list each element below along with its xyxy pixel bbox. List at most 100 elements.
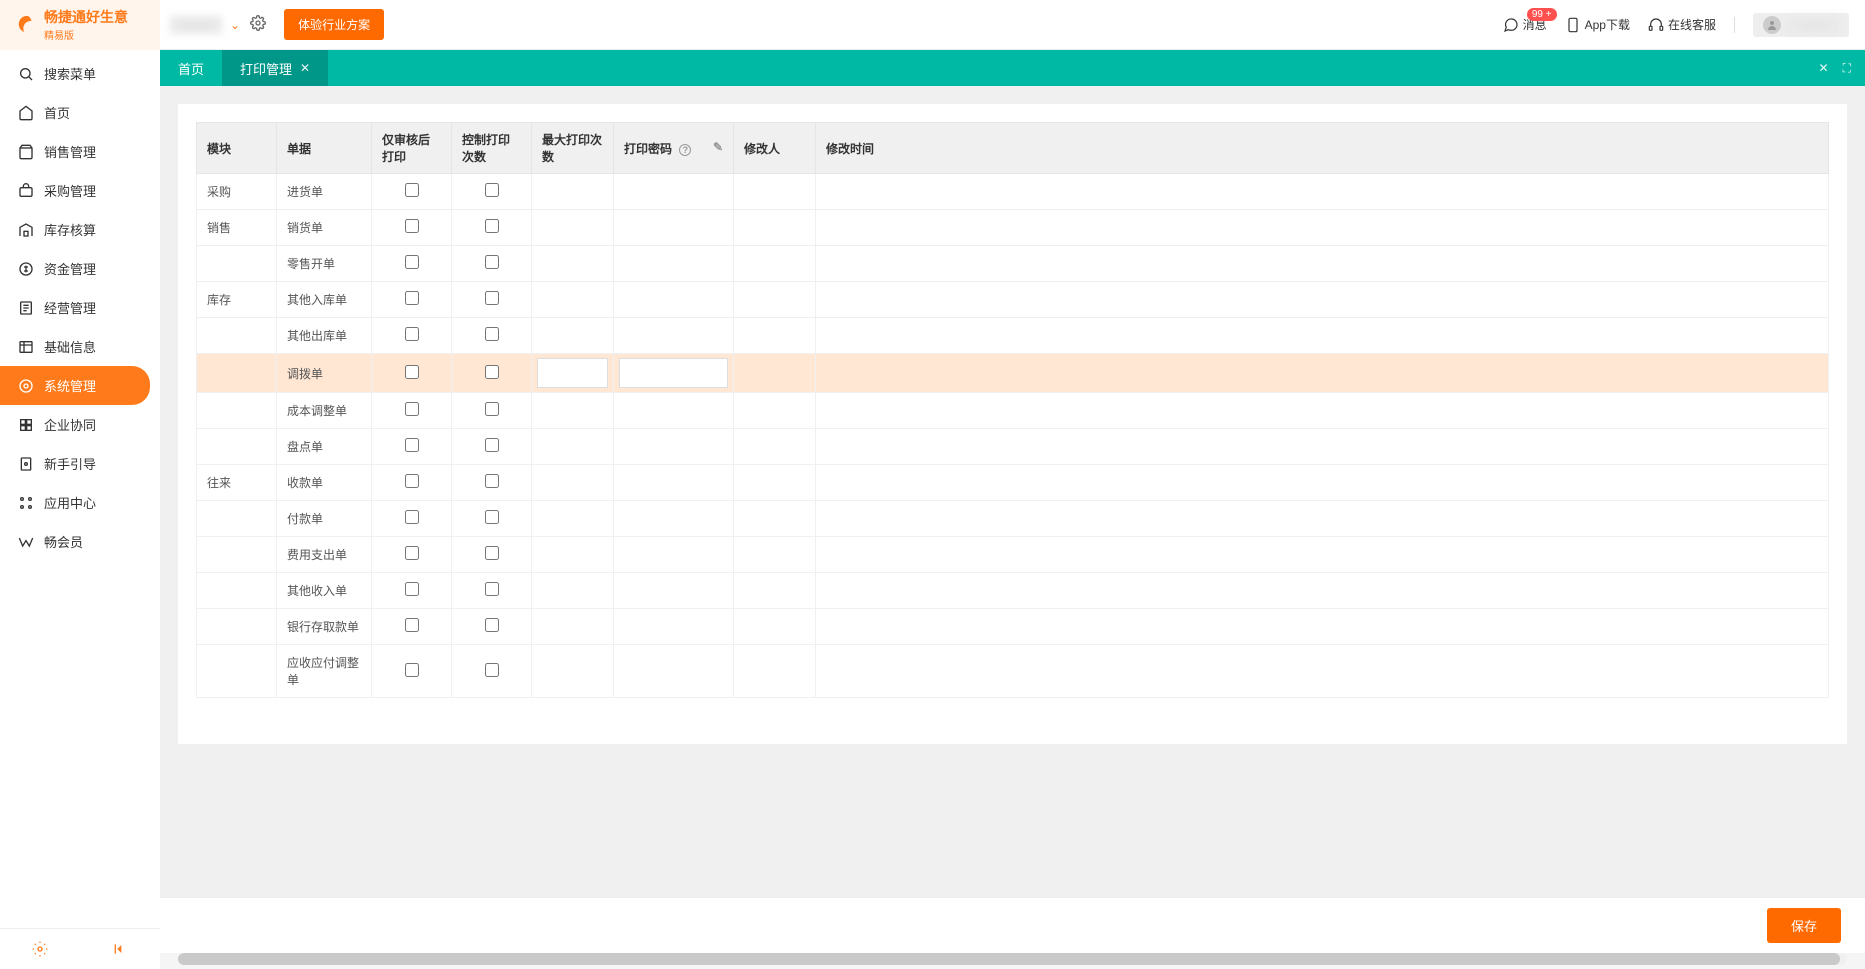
only-audited-checkbox[interactable] <box>405 183 419 197</box>
sidebar-item-inventory[interactable]: 库存核算 <box>0 210 160 249</box>
only-audited-checkbox[interactable] <box>405 438 419 452</box>
edit-icon[interactable]: ✎ <box>713 140 723 154</box>
only-audited-checkbox[interactable] <box>405 365 419 379</box>
control-count-checkbox[interactable] <box>485 402 499 416</box>
tab-0[interactable]: 首页 <box>160 50 222 86</box>
sidebar-item-funds[interactable]: 资金管理 <box>0 249 160 288</box>
table-row[interactable]: 付款单 <box>197 501 1829 537</box>
app-label: App下载 <box>1585 16 1630 33</box>
only-audited-checkbox[interactable] <box>405 402 419 416</box>
guide-icon <box>18 456 34 472</box>
control-count-checkbox[interactable] <box>485 663 499 677</box>
table-row[interactable]: 其他出库单 <box>197 318 1829 354</box>
only-audited-checkbox[interactable] <box>405 327 419 341</box>
collapse-button[interactable] <box>80 929 160 969</box>
table-row[interactable]: 其他收入单 <box>197 573 1829 609</box>
only-audited-checkbox[interactable] <box>405 510 419 524</box>
message-icon <box>1503 17 1519 33</box>
control-count-checkbox[interactable] <box>485 327 499 341</box>
only-audited-checkbox[interactable] <box>405 618 419 632</box>
only-audited-checkbox[interactable] <box>405 582 419 596</box>
sidebar-item-search[interactable]: 搜索菜单 <box>0 54 160 93</box>
help-icon[interactable]: ? <box>679 144 691 156</box>
table-row[interactable]: 成本调整单 <box>197 393 1829 429</box>
sidebar-item-collab[interactable]: 企业协同 <box>0 405 160 444</box>
logo[interactable]: 畅捷通好生意 精易版 <box>0 0 160 50</box>
sidebar-item-apps[interactable]: 应用中心 <box>0 483 160 522</box>
sidebar-item-sales[interactable]: 销售管理 <box>0 132 160 171</box>
sidebar-item-guide[interactable]: 新手引导 <box>0 444 160 483</box>
table-row[interactable]: 应收应付调整单 <box>197 645 1829 698</box>
sidebar-item-business[interactable]: 经营管理 <box>0 288 160 327</box>
sidebar-item-home[interactable]: 首页 <box>0 93 160 132</box>
h-scrollbar-thumb[interactable] <box>178 953 1840 965</box>
gear-icon[interactable] <box>250 15 266 34</box>
industry-plan-button[interactable]: 体验行业方案 <box>284 9 384 40</box>
control-count-checkbox[interactable] <box>485 546 499 560</box>
table-row[interactable]: 费用支出单 <box>197 537 1829 573</box>
control-count-checkbox[interactable] <box>485 255 499 269</box>
max-count-input[interactable] <box>537 358 608 388</box>
message-badge: 99 + <box>1527 8 1557 21</box>
password-input[interactable] <box>619 358 728 388</box>
table-row[interactable]: 银行存取款单 <box>197 609 1829 645</box>
only-audited-checkbox[interactable] <box>405 291 419 305</box>
table-row[interactable]: 销售销货单 <box>197 210 1829 246</box>
table-row[interactable]: 调拨单 <box>197 354 1829 393</box>
settings-button[interactable] <box>0 929 80 969</box>
only-audited-checkbox[interactable] <box>405 663 419 677</box>
control-count-checkbox[interactable] <box>485 219 499 233</box>
cell-only-audited <box>372 573 452 609</box>
sidebar-item-base[interactable]: 基础信息 <box>0 327 160 366</box>
logo-subtitle: 精易版 <box>44 27 128 42</box>
support-label: 在线客服 <box>1668 16 1716 33</box>
cell-modifier <box>734 318 816 354</box>
control-count-checkbox[interactable] <box>485 510 499 524</box>
only-audited-checkbox[interactable] <box>405 546 419 560</box>
cell-modifier <box>734 246 816 282</box>
cell-modify-time <box>816 174 1829 210</box>
sidebar-item-purchase[interactable]: 采购管理 <box>0 171 160 210</box>
user-menu[interactable]: —— <box>1753 13 1849 37</box>
only-audited-checkbox[interactable] <box>405 255 419 269</box>
support-button[interactable]: 在线客服 <box>1648 16 1716 33</box>
expand-icon[interactable]: ⛶ <box>1843 61 1851 76</box>
table-row[interactable]: 往来收款单 <box>197 465 1829 501</box>
tabs: 首页打印管理✕ ✕ ⛶ <box>160 50 1865 86</box>
app-download-button[interactable]: App下载 <box>1565 16 1630 33</box>
message-button[interactable]: 消息 99 + <box>1503 16 1547 33</box>
cell-max-count <box>532 537 614 573</box>
control-count-checkbox[interactable] <box>485 291 499 305</box>
table-row[interactable]: 采购进货单 <box>197 174 1829 210</box>
save-button[interactable]: 保存 <box>1767 908 1841 943</box>
control-count-checkbox[interactable] <box>485 438 499 452</box>
control-count-checkbox[interactable] <box>485 365 499 379</box>
cell-control-count <box>452 318 532 354</box>
print-settings-table: 模块 单据 仅审核后打印 控制打印次数 最大打印次数 打印密码 ? ✎ 修改人 <box>196 122 1829 698</box>
close-all-icon[interactable]: ✕ <box>1819 61 1829 75</box>
cell-max-count <box>532 501 614 537</box>
cell-modify-time <box>816 537 1829 573</box>
sidebar-item-label: 首页 <box>44 103 70 122</box>
control-count-checkbox[interactable] <box>485 183 499 197</box>
table-row[interactable]: 库存其他入库单 <box>197 282 1829 318</box>
th-modify-time: 修改时间 <box>816 123 1829 174</box>
tab-1[interactable]: 打印管理✕ <box>222 50 328 86</box>
control-count-checkbox[interactable] <box>485 618 499 632</box>
topbar: 畅捷通好生意 精易版 —— ⌄ 体验行业方案 消息 99 + App下载 在线客… <box>0 0 1865 50</box>
table-row[interactable]: 盘点单 <box>197 429 1829 465</box>
only-audited-checkbox[interactable] <box>405 219 419 233</box>
sidebar-item-member[interactable]: 畅会员 <box>0 522 160 561</box>
only-audited-checkbox[interactable] <box>405 474 419 488</box>
cell-module <box>197 645 277 698</box>
table-row[interactable]: 零售开单 <box>197 246 1829 282</box>
close-icon[interactable]: ✕ <box>300 61 310 75</box>
cell-password <box>614 465 734 501</box>
h-scrollbar[interactable] <box>178 953 1847 965</box>
th-only-audited: 仅审核后打印 <box>372 123 452 174</box>
cell-modify-time <box>816 501 1829 537</box>
company-select[interactable]: —— ⌄ <box>170 16 240 34</box>
sidebar-item-system[interactable]: 系统管理 <box>0 366 150 405</box>
control-count-checkbox[interactable] <box>485 582 499 596</box>
control-count-checkbox[interactable] <box>485 474 499 488</box>
